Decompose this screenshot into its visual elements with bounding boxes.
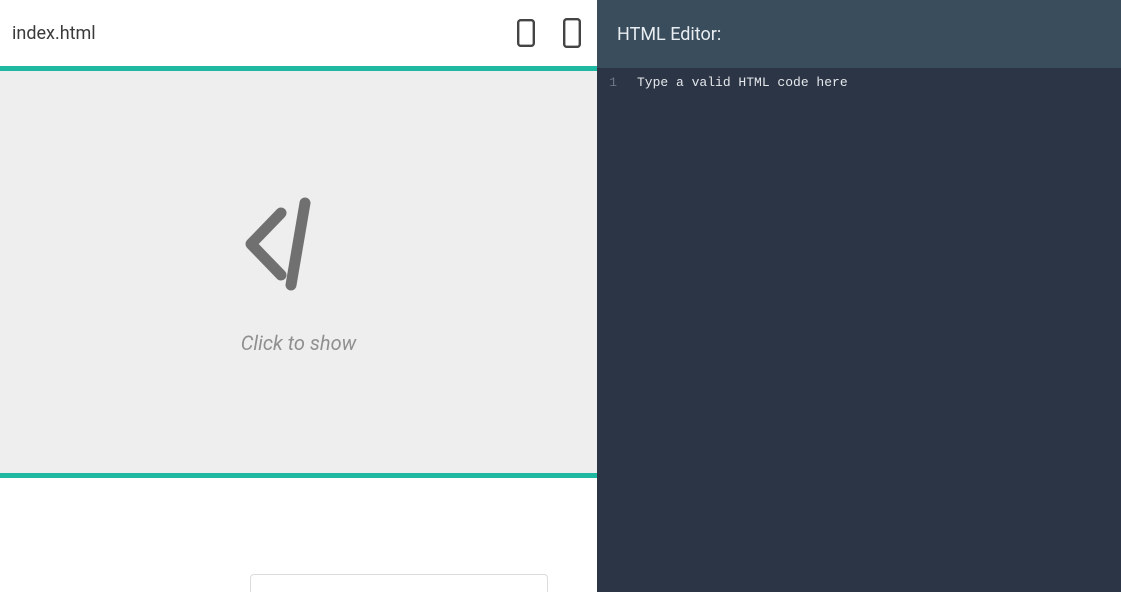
editor-title: HTML Editor: [617, 24, 721, 45]
preview-header: index.html [0, 0, 597, 66]
phone-portrait-icon[interactable] [517, 19, 535, 47]
phone-landscape-icon[interactable] [563, 18, 581, 48]
device-icon-group [517, 18, 589, 48]
bottom-panel[interactable] [250, 574, 548, 592]
line-content[interactable]: Type a valid HTML code here [625, 74, 848, 92]
line-number: 1 [597, 74, 625, 92]
preview-hint-text: Click to show [241, 331, 356, 355]
editor-line[interactable]: 1 Type a valid HTML code here [597, 74, 1121, 92]
code-icon [239, 189, 359, 299]
preview-pane: index.html Click to show [0, 0, 597, 592]
editor-pane: HTML Editor: 1 Type a valid HTML code he… [597, 0, 1121, 592]
filename-label: index.html [12, 23, 96, 44]
editor-body[interactable]: 1 Type a valid HTML code here [597, 68, 1121, 592]
bottom-area [0, 478, 597, 592]
editor-header: HTML Editor: [597, 0, 1121, 68]
preview-area[interactable]: Click to show [0, 66, 597, 478]
